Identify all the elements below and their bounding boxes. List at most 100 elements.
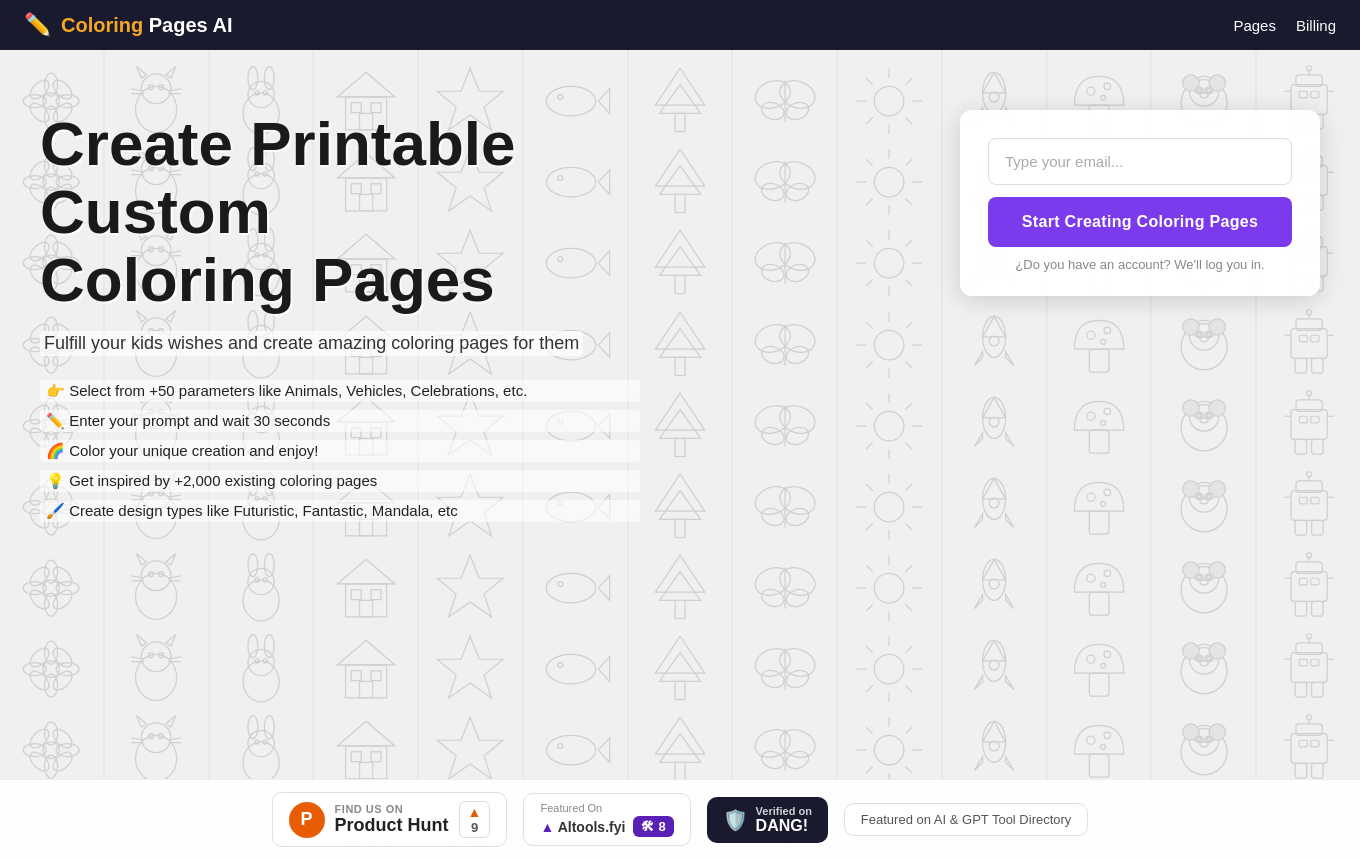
svg-point-632 (43, 742, 59, 758)
svg-marker-486 (166, 553, 176, 565)
ph-icon: P (289, 802, 325, 838)
svg-marker-662 (438, 717, 504, 779)
svg-point-560 (50, 645, 76, 671)
svg-rect-503 (371, 590, 381, 600)
hero-title: Create Printable Custom Coloring Pages (40, 110, 640, 315)
svg-marker-12 (166, 67, 176, 79)
svg-rect-626 (1299, 659, 1307, 666)
svg-point-638 (50, 749, 76, 775)
svg-line-363 (867, 403, 874, 410)
svg-point-608 (989, 660, 999, 670)
grid-cell (733, 455, 836, 558)
svg-point-595 (875, 654, 905, 684)
grid-cell (0, 537, 103, 640)
svg-line-126 (867, 159, 874, 166)
svg-rect-73 (1299, 92, 1307, 99)
svg-point-305 (1200, 336, 1208, 341)
svg-rect-550 (1311, 601, 1323, 616)
product-hunt-badge[interactable]: P FIND US ON Product Hunt ▲ 9 (272, 792, 508, 847)
dang-verified-label: Verified on (756, 805, 812, 817)
nav-pages[interactable]: Pages (1233, 17, 1276, 34)
grid-cell (419, 618, 522, 721)
svg-line-442 (867, 484, 874, 491)
svg-line-445 (867, 523, 874, 530)
svg-marker-583 (438, 636, 504, 698)
grid-cell (943, 537, 1046, 640)
svg-point-59 (1101, 96, 1106, 101)
svg-point-513 (759, 586, 786, 609)
svg-point-505 (546, 573, 595, 603)
svg-point-558 (27, 645, 53, 671)
svg-marker-368 (983, 397, 1006, 418)
grid-cell (838, 618, 941, 721)
svg-line-285 (906, 361, 913, 368)
svg-line-600 (867, 646, 874, 653)
dang-icon: 🛡️ (723, 808, 748, 832)
logo-group[interactable]: ✏️ Coloring Pages AI (24, 12, 233, 38)
svg-line-679 (867, 727, 874, 734)
grid-cell (1152, 374, 1255, 477)
svg-rect-464 (1291, 490, 1327, 520)
svg-marker-25 (337, 73, 395, 98)
grid-cell (105, 618, 208, 721)
grid-cell (0, 618, 103, 721)
svg-point-672 (783, 748, 810, 771)
svg-marker-585 (598, 657, 610, 682)
svg-line-364 (906, 442, 913, 449)
dang-badge[interactable]: 🛡️ Verified on DANG! (707, 797, 828, 843)
svg-point-119 (783, 181, 810, 204)
svg-marker-508 (655, 555, 704, 592)
cta-button[interactable]: Start Creating Coloring Pages (988, 197, 1292, 247)
aitools-badge[interactable]: Featured On ▲ Altools.fyi 🛠8 (523, 793, 690, 846)
gpt-badge[interactable]: Featured on AI & GPT Tool Directory (844, 803, 1089, 836)
svg-marker-34 (655, 69, 704, 106)
svg-marker-499 (337, 559, 395, 584)
grid-cell (629, 212, 732, 315)
svg-rect-312 (1295, 358, 1307, 373)
svg-rect-548 (1310, 578, 1318, 585)
svg-rect-310 (1299, 335, 1307, 342)
svg-marker-289 (983, 316, 1006, 337)
svg-point-21 (248, 67, 258, 90)
svg-point-533 (1101, 582, 1106, 587)
grid-cell (419, 537, 522, 640)
svg-point-495 (248, 553, 258, 576)
svg-marker-527 (975, 595, 983, 609)
svg-marker-506 (598, 576, 610, 601)
svg-marker-447 (983, 478, 1006, 499)
svg-point-496 (264, 553, 274, 576)
svg-point-592 (759, 667, 786, 690)
grid-cell (629, 293, 732, 396)
svg-marker-684 (983, 721, 1006, 742)
grid-cell (1257, 537, 1360, 640)
nav-billing[interactable]: Billing (1296, 17, 1336, 34)
svg-marker-192 (655, 231, 704, 268)
email-input[interactable] (988, 138, 1292, 185)
svg-rect-627 (1310, 659, 1318, 666)
svg-point-374 (1104, 408, 1111, 415)
svg-point-452 (1087, 493, 1095, 501)
svg-line-444 (906, 484, 913, 491)
svg-point-514 (783, 586, 810, 609)
svg-rect-543 (1291, 572, 1327, 602)
svg-line-47 (867, 78, 874, 85)
svg-marker-578 (337, 640, 395, 665)
svg-marker-11 (136, 67, 146, 79)
svg-line-128 (906, 159, 913, 166)
svg-rect-313 (1311, 358, 1323, 373)
svg-rect-708 (1311, 763, 1323, 778)
svg-rect-706 (1310, 740, 1318, 747)
grid-cell (838, 212, 941, 315)
grid-cell (1152, 618, 1255, 721)
svg-point-373 (1087, 412, 1095, 420)
grid-cell (524, 618, 627, 721)
svg-line-208 (867, 280, 874, 287)
svg-point-384 (1200, 418, 1208, 423)
svg-rect-609 (1089, 673, 1109, 696)
svg-point-55 (989, 92, 999, 102)
svg-point-276 (759, 343, 786, 366)
gpt-label: Featured on AI & GPT Tool Directory (861, 812, 1072, 827)
svg-marker-666 (655, 717, 704, 754)
hero-subtitle: Fulfill your kids wishes and create amaz… (40, 331, 583, 356)
svg-marker-449 (1006, 513, 1014, 527)
